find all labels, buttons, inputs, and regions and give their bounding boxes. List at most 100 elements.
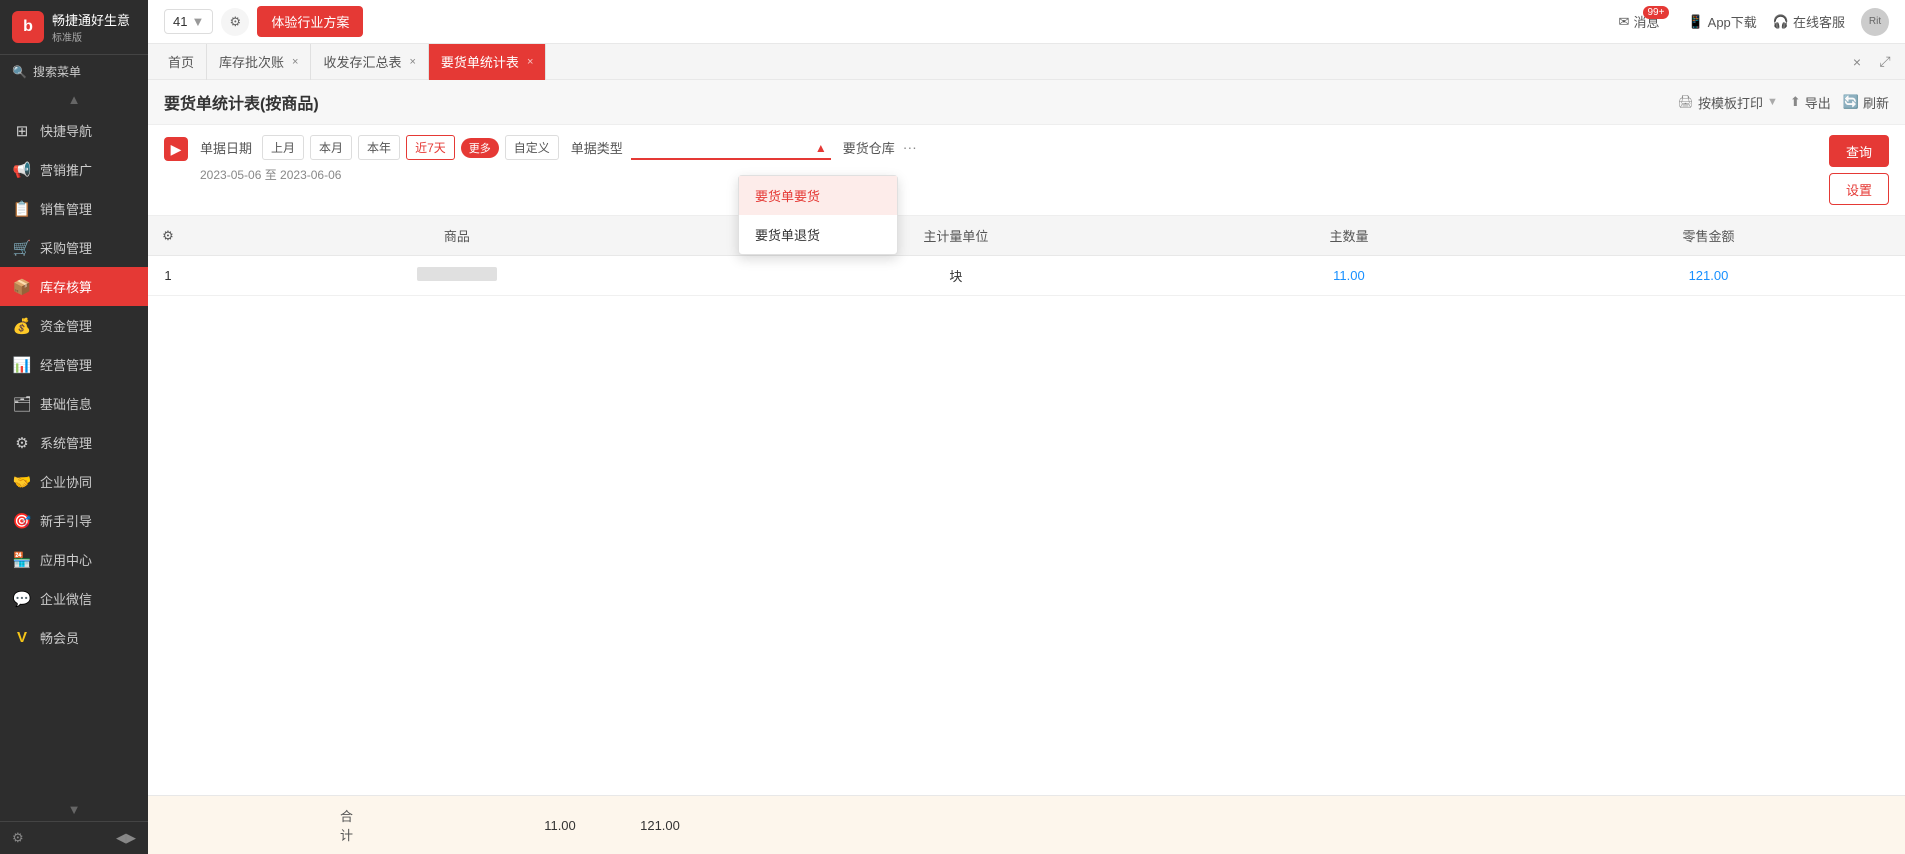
query-button[interactable]: 查询 — [1829, 135, 1889, 167]
purchase-icon: 🛒 — [12, 239, 32, 257]
filter-warehouse-group: 要货仓库 ··· — [843, 135, 921, 159]
page-title: 要货单统计表(按商品) — [164, 90, 1677, 114]
date-btn-custom[interactable]: 自定义 — [505, 135, 559, 160]
topbar-right: ✉ 消息 99+ 📱 App下载 🎧 在线客服 Rit — [1619, 8, 1889, 36]
sidebar-item-finance[interactable]: 💰 资金管理 — [0, 306, 148, 345]
sidebar-item-ops[interactable]: 📊 经营管理 — [0, 345, 148, 384]
print-btn[interactable]: 🖨 按模板打印 ▼ — [1677, 93, 1777, 112]
cell-amount: 121.00 — [1512, 256, 1905, 296]
sidebar-scroll-down[interactable]: ▼ — [0, 798, 148, 821]
main-area: 41 ▼ ⚙ 体验行业方案 ✉ 消息 99+ 📱 App下载 🎧 在线客服 — [148, 0, 1905, 854]
sidebar-nav: ⊞ 快捷导航 📢 营销推广 📋 销售管理 🛒 采购管理 📦 库存核算 💰 资金管… — [0, 111, 148, 798]
page-header: 要货单统计表(按商品) 🖨 按模板打印 ▼ ⬆ 导出 🔄 刷新 — [148, 80, 1905, 125]
filter-expand-btn[interactable]: ▶ — [164, 137, 188, 161]
tab-inventory-batch[interactable]: 库存批次账 × — [207, 44, 311, 80]
date-label: 单据日期 — [200, 138, 252, 157]
data-table: ⚙ 商品 主计量单位 主数量 零售金额 1 块 11.00 — [148, 216, 1905, 296]
export-btn[interactable]: ⬆ 导出 — [1790, 93, 1831, 112]
filter-more-btn[interactable]: ··· — [899, 135, 921, 159]
user-avatar-btn[interactable]: Rit — [1861, 8, 1889, 36]
user-avatar: Rit — [1861, 8, 1889, 36]
cell-num: 1 — [148, 256, 188, 296]
col-quantity: 主数量 — [1186, 216, 1512, 256]
sidebar-item-wechat[interactable]: 💬 企业微信 — [0, 579, 148, 618]
store-dropdown-icon: ▼ — [191, 14, 204, 29]
enterprise-icon: 🤝 — [12, 473, 32, 491]
cell-quantity: 11.00 — [1186, 256, 1512, 296]
dropdown-item-order-request[interactable]: 要货单要货 — [739, 176, 897, 215]
date-btn-this-year[interactable]: 本年 — [358, 135, 400, 160]
sidebar-item-quick-nav[interactable]: ⊞ 快捷导航 — [0, 111, 148, 150]
sidebar-item-enterprise[interactable]: 🤝 企业协同 — [0, 462, 148, 501]
tab-order-stats[interactable]: 要货单统计表 × — [429, 44, 546, 80]
sidebar-logo: b 畅捷通好生意 标准版 — [0, 0, 148, 55]
ops-icon: 📊 — [12, 356, 32, 374]
messages-badge: 99+ — [1643, 6, 1670, 19]
footer-quantity: 11.00 — [510, 818, 610, 833]
trial-button[interactable]: 体验行业方案 — [257, 6, 363, 37]
table-container: ⚙ 商品 主计量单位 主数量 零售金额 1 块 11.00 — [148, 216, 1905, 795]
tab-inventory-batch-close[interactable]: × — [292, 56, 298, 68]
message-icon: ✉ — [1619, 14, 1630, 30]
sidebar-collapse-btn[interactable]: ◀▶ — [116, 830, 136, 846]
tab-home[interactable]: 首页 — [156, 44, 207, 80]
quick-nav-icon: ⊞ — [12, 122, 32, 140]
sidebar-item-purchase[interactable]: 🛒 采购管理 — [0, 228, 148, 267]
sidebar-scroll-up[interactable]: ▲ — [0, 88, 148, 111]
app-download-btn[interactable]: 📱 App下载 — [1687, 12, 1756, 31]
date-more-badge[interactable]: 更多 — [461, 138, 499, 158]
gear-icon: ⚙ — [230, 14, 242, 30]
sidebar-item-vip[interactable]: V 畅会员 — [0, 618, 148, 657]
sidebar-search[interactable]: 🔍 搜索菜单 — [0, 55, 148, 88]
tab-receivable-summary-close[interactable]: × — [409, 56, 415, 68]
type-dropdown-chevron[interactable]: ▲ — [815, 141, 827, 155]
sales-icon: 📋 — [12, 200, 32, 218]
date-btn-7days[interactable]: 近7天 — [406, 135, 455, 160]
store-selector[interactable]: 41 ▼ — [164, 9, 213, 34]
sidebar-item-guide[interactable]: 🎯 新手引导 — [0, 501, 148, 540]
headset-icon: 🎧 — [1773, 14, 1789, 30]
sidebar-item-sales[interactable]: 📋 销售管理 — [0, 189, 148, 228]
dropdown-item-order-return[interactable]: 要货单退货 — [739, 215, 897, 254]
refresh-btn[interactable]: 🔄 刷新 — [1843, 93, 1889, 112]
filter-right-btns: 查询 设置 — [1829, 135, 1889, 205]
marketing-icon: 📢 — [12, 161, 32, 179]
search-icon: 🔍 — [12, 65, 27, 79]
settings-button[interactable]: 设置 — [1829, 173, 1889, 205]
topbar: 41 ▼ ⚙ 体验行业方案 ✉ 消息 99+ 📱 App下载 🎧 在线客服 — [148, 0, 1905, 44]
sidebar-item-basic[interactable]: 🗂 基础信息 — [0, 384, 148, 423]
topbar-gear-btn[interactable]: ⚙ — [221, 8, 249, 36]
tab-receivable-summary[interactable]: 收发存汇总表 × — [311, 44, 428, 80]
sidebar-item-inventory[interactable]: 📦 库存核算 — [0, 267, 148, 306]
filter-date-row: 单据日期 上月 本月 本年 近7天 更多 自定义 — [200, 135, 559, 160]
tabs-bar: 首页 库存批次账 × 收发存汇总表 × 要货单统计表 × × ⤢ — [148, 44, 1905, 80]
messages-btn[interactable]: ✉ 消息 99+ — [1619, 12, 1660, 31]
cell-unit: 块 — [726, 256, 1186, 296]
sidebar-footer: ⚙ ◀▶ — [0, 821, 148, 854]
col-settings[interactable]: ⚙ — [148, 216, 188, 256]
sidebar: b 畅捷通好生意 标准版 🔍 搜索菜单 ▲ ⊞ 快捷导航 📢 营销推广 📋 销售… — [0, 0, 148, 854]
vip-icon: V — [12, 629, 32, 646]
filter-type-input[interactable] — [631, 135, 831, 160]
export-icon: ⬆ — [1790, 94, 1801, 110]
online-service-btn[interactable]: 🎧 在线客服 — [1773, 12, 1845, 31]
tab-expand-btn[interactable]: ⤢ — [1873, 50, 1897, 74]
wechat-icon: 💬 — [12, 590, 32, 608]
tab-close-all-btn[interactable]: × — [1845, 50, 1869, 74]
sidebar-item-appstore[interactable]: 🏪 应用中心 — [0, 540, 148, 579]
sidebar-item-system[interactable]: ⚙ 系统管理 — [0, 423, 148, 462]
guide-icon: 🎯 — [12, 512, 32, 530]
filter-date-group: 单据日期 上月 本月 本年 近7天 更多 自定义 2023-05-06 至 20… — [200, 135, 559, 183]
filter-bar: ▶ 单据日期 上月 本月 本年 近7天 更多 自定义 2023-05-06 至 … — [148, 125, 1905, 216]
topbar-left: 41 ▼ ⚙ 体验行业方案 — [164, 6, 1607, 37]
date-btn-last-month[interactable]: 上月 — [262, 135, 304, 160]
tab-order-stats-close[interactable]: × — [527, 56, 533, 68]
print-icon: 🖨 — [1677, 94, 1694, 110]
phone-icon: 📱 — [1687, 14, 1703, 30]
finance-icon: 💰 — [12, 317, 32, 335]
filter-type-group: 单据类型 ▲ — [571, 135, 831, 160]
date-btn-this-month[interactable]: 本月 — [310, 135, 352, 160]
sidebar-settings-icon[interactable]: ⚙ — [12, 830, 24, 846]
sidebar-item-marketing[interactable]: 📢 营销推广 — [0, 150, 148, 189]
appstore-icon: 🏪 — [12, 551, 32, 569]
